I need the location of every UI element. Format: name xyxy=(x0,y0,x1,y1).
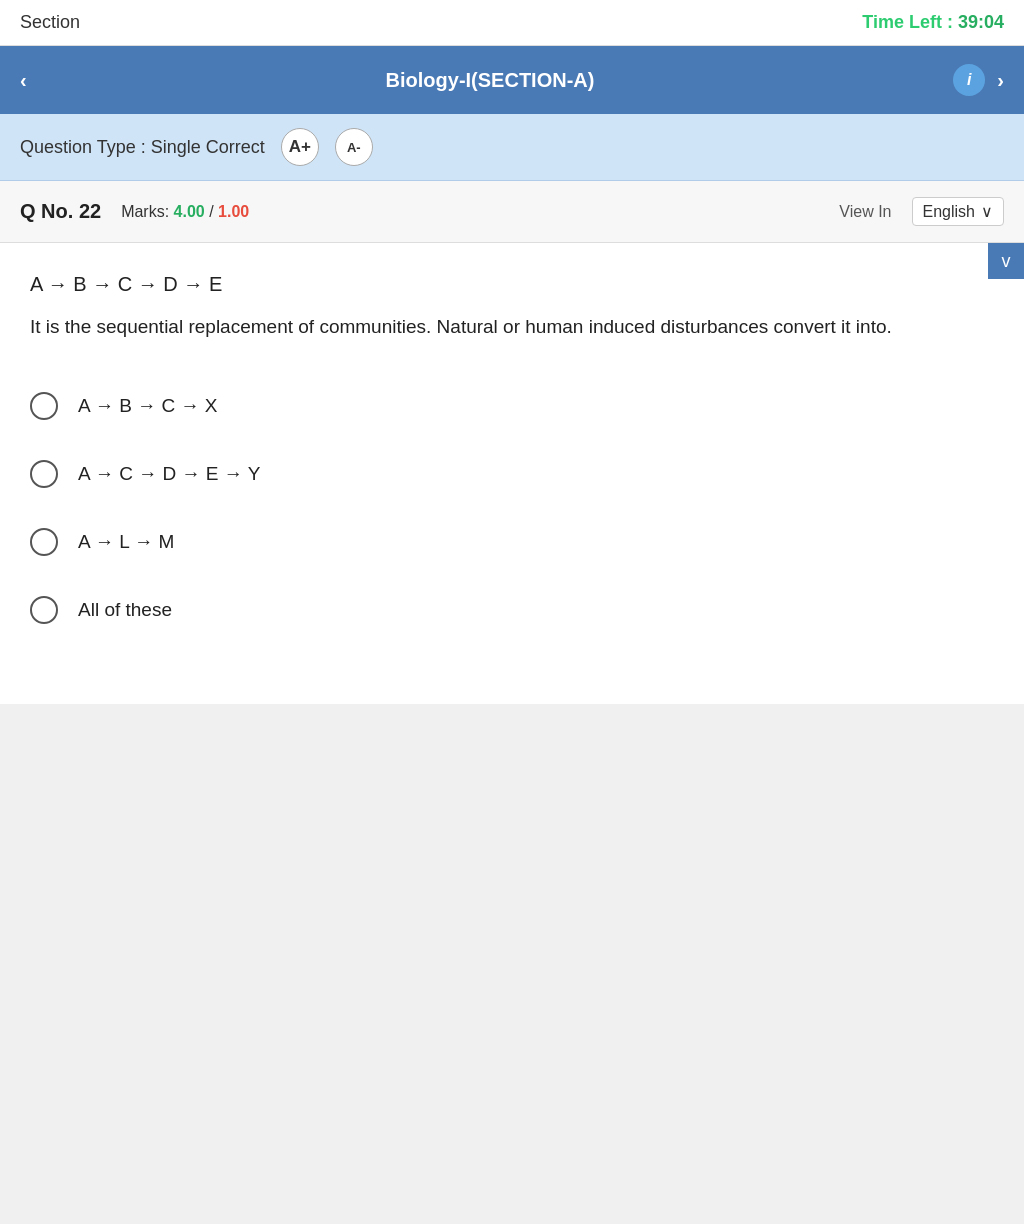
language-select[interactable]: English ∨ xyxy=(912,197,1004,226)
question-type-bar: Question Type : Single Correct A+ A- xyxy=(0,114,1024,181)
question-body: A → B → C → D → E It is the sequential r… xyxy=(0,243,1024,382)
radio-option-1[interactable] xyxy=(30,392,58,420)
marks-label: Marks: xyxy=(121,203,169,220)
top-bar: Section Time Left : 39:04 xyxy=(0,0,1024,46)
next-section-button[interactable]: › xyxy=(997,69,1004,92)
view-in-label: View In xyxy=(839,203,891,221)
font-increase-button[interactable]: A+ xyxy=(281,128,319,166)
marks-negative: 1.00 xyxy=(218,203,249,220)
scroll-down-button[interactable]: v xyxy=(988,243,1024,279)
question-number: Q No. 22 xyxy=(20,200,101,223)
radio-option-2[interactable] xyxy=(30,460,58,488)
option-item-1[interactable]: A → B → C → X xyxy=(30,392,994,420)
marks-positive: 4.00 xyxy=(174,203,205,220)
info-icon[interactable]: i xyxy=(953,64,985,96)
options-area: A → B → C → X A → C → D → E → Y A → L → … xyxy=(0,382,1024,704)
section-label: Section xyxy=(20,12,80,33)
section-header: ‹ Biology-I(SECTION-A) i › xyxy=(0,46,1024,114)
option-text-4: All of these xyxy=(78,599,172,621)
option-item-2[interactable]: A → C → D → E → Y xyxy=(30,460,994,488)
question-text: It is the sequential replacement of comm… xyxy=(30,312,994,342)
language-value: English xyxy=(923,203,975,221)
time-label: Time Left : xyxy=(862,12,958,32)
question-marks: Marks: 4.00 / 1.00 xyxy=(121,203,249,221)
marks-separator: / xyxy=(205,203,218,220)
question-meta-bar: Q No. 22 Marks: 4.00 / 1.00 View In Engl… xyxy=(0,181,1024,243)
option-text-2: A → C → D → E → Y xyxy=(78,463,260,485)
option-text-3: A → L → M xyxy=(78,531,174,553)
section-title: Biology-I(SECTION-A) xyxy=(27,69,954,92)
prev-section-button[interactable]: ‹ xyxy=(20,69,27,92)
question-type-label: Question Type : Single Correct xyxy=(20,137,265,158)
question-sequence: A → B → C → D → E xyxy=(30,273,994,296)
radio-option-3[interactable] xyxy=(30,528,58,556)
content-area: v A → B → C → D → E It is the sequential… xyxy=(0,243,1024,704)
font-decrease-button[interactable]: A- xyxy=(335,128,373,166)
time-value: 39:04 xyxy=(958,12,1004,32)
chevron-down-icon: ∨ xyxy=(981,202,993,221)
option-text-1: A → B → C → X xyxy=(78,395,217,417)
radio-option-4[interactable] xyxy=(30,596,58,624)
option-item-3[interactable]: A → L → M xyxy=(30,528,994,556)
option-item-4[interactable]: All of these xyxy=(30,596,994,624)
time-left: Time Left : 39:04 xyxy=(862,12,1004,33)
